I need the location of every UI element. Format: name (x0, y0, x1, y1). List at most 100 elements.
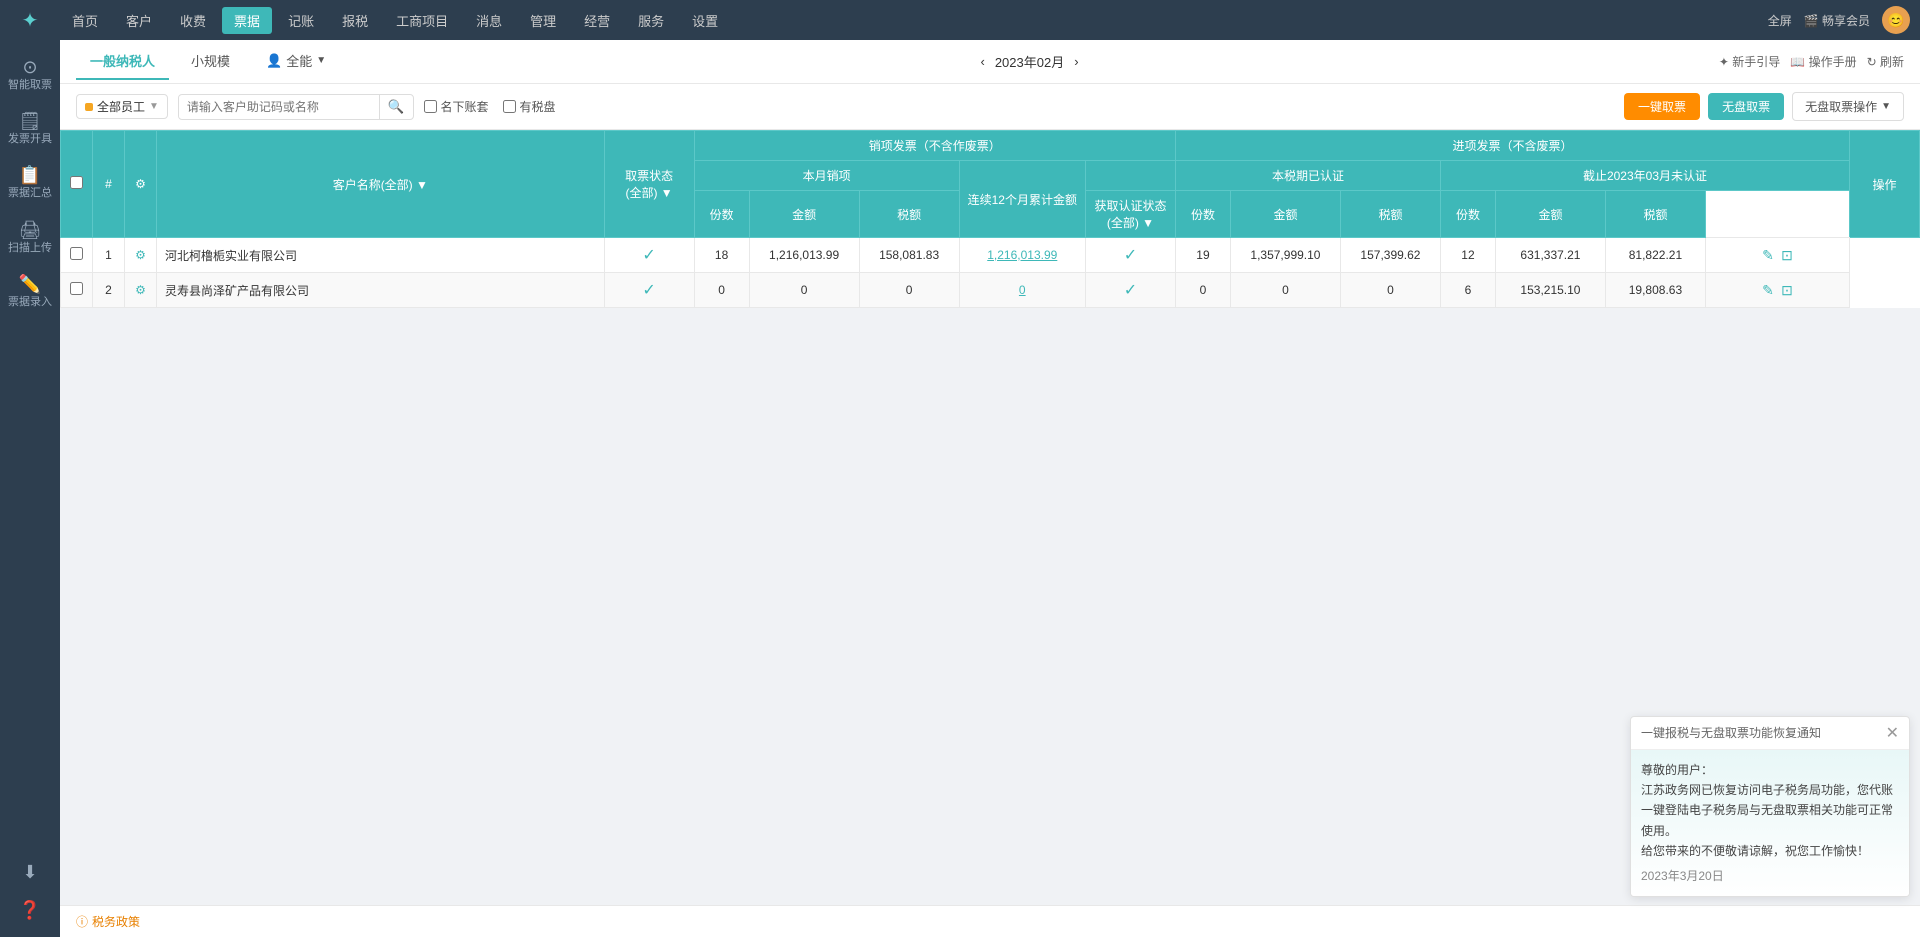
col-checkbox-header (61, 131, 93, 238)
has-disk-checkbox[interactable] (503, 100, 516, 113)
invoice-table-wrapper: # ⚙ 客户名称(全部) ▼ 取票状态(全部) ▼ 销项发票（不含作废票） 进项… (60, 130, 1920, 308)
row-purchase-cert-amount-1: 0 (1230, 273, 1340, 308)
notice-title: 一键报税与无盘取票功能恢复通知 (1641, 724, 1821, 741)
nav-client[interactable]: 客户 (114, 7, 164, 34)
sidebar-item-invoice-entry[interactable]: ✏️ 票据录入 (3, 267, 57, 317)
notice-popup: 一键报税与无盘取票功能恢复通知 ✕ 尊敬的用户： 江苏政务网已恢复访问电子税务局… (1630, 716, 1910, 897)
nav-service[interactable]: 服务 (626, 7, 676, 34)
nav-bookkeeping[interactable]: 记账 (276, 7, 326, 34)
row-sales-count-0: 18 (694, 238, 749, 273)
row-checkbox-1[interactable] (61, 273, 93, 308)
table-body: 1 ⚙ 河北柯橹栀实业有限公司 ✓ 18 1,216,013.99 158,08… (61, 238, 1920, 308)
sidebar-item-help[interactable]: ❓ (3, 893, 57, 927)
row-purchase-cert-tax-0: 157,399.62 (1340, 238, 1440, 273)
col-sales-group: 销项发票（不含作废票） (694, 131, 1175, 161)
tab-all-dropdown-icon: ▼ (316, 55, 326, 66)
row-purchase-cert-count-0: 19 (1175, 238, 1230, 273)
search-input[interactable] (179, 96, 379, 118)
sidebar-item-invoice-open[interactable]: 🗒 发票开具 (3, 104, 57, 154)
cumulative-link[interactable]: 0 (1019, 283, 1026, 297)
placeholder-col (1085, 161, 1175, 191)
nav-settings[interactable]: 设置 (680, 7, 730, 34)
notice-close-btn[interactable]: ✕ (1886, 723, 1899, 743)
col-sales-count: 份数 (694, 191, 749, 238)
checkbox-own-account[interactable]: 名下账套 (424, 98, 489, 115)
col-purchase-cert-tax: 税额 (1340, 191, 1440, 238)
manual-btn[interactable]: 📖 操作手册 (1790, 53, 1856, 70)
edit-icon-0[interactable]: ✎ (1762, 247, 1774, 263)
employee-select[interactable]: 全部员工 ▼ (76, 94, 168, 119)
tab-bar-actions: ✦ 新手引导 📖 操作手册 ↻ 刷新 (1719, 53, 1904, 70)
nav-manage[interactable]: 管理 (518, 7, 568, 34)
row-name-0: 河北柯橹栀实业有限公司 (157, 238, 605, 273)
tab-small-scale[interactable]: 小规模 (177, 43, 244, 80)
row-no-0: 1 (93, 238, 125, 273)
invoice-table: # ⚙ 客户名称(全部) ▼ 取票状态(全部) ▼ 销项发票（不含作废票） 进项… (60, 130, 1920, 308)
sidebar-item-invoice-summary[interactable]: 📋 票据汇总 (3, 158, 57, 208)
new-guide-btn[interactable]: ✦ 新手引导 (1719, 53, 1780, 70)
row-purchase-cert-tax-1: 0 (1340, 273, 1440, 308)
refresh-btn[interactable]: ↻ 刷新 (1867, 53, 1904, 70)
search-button[interactable]: 🔍 (379, 95, 413, 119)
row-cumulative-1: 0 (959, 273, 1085, 308)
member-btn[interactable]: 🎬 畅享会员 (1804, 12, 1870, 29)
nav-business[interactable]: 工商项目 (384, 7, 460, 34)
nav-invoice[interactable]: 票据 (222, 7, 272, 34)
row-checkbox-0[interactable] (61, 238, 93, 273)
col-purchase-uncert-amount: 金额 (1495, 191, 1605, 238)
notice-date: 2023年3月20日 (1641, 866, 1899, 886)
table-row: 2 ⚙ 灵寿县尚泽矿产品有限公司 ✓ 0 0 0 0 ✓ 0 0 0 6 153… (61, 273, 1920, 308)
no-disk-ops-btn[interactable]: 无盘取票操作 ▼ (1792, 92, 1904, 121)
sidebar-item-scan-upload[interactable]: 🖨 扫描上传 (3, 213, 57, 263)
tax-policy-icon: ⓘ (76, 913, 88, 930)
col-sales-month: 本月销项 (694, 161, 959, 191)
nav-home[interactable]: 首页 (60, 7, 110, 34)
row-purchase-uncert-count-1: 6 (1440, 273, 1495, 308)
row-sales-tax-1: 0 (859, 273, 959, 308)
status-check-icon: ✓ (642, 247, 655, 264)
row-sales-amount-0: 1,216,013.99 (749, 238, 859, 273)
next-month-btn[interactable]: › (1074, 54, 1078, 69)
edit-icon-1[interactable]: ✎ (1762, 282, 1774, 298)
row-sales-amount-1: 0 (749, 273, 859, 308)
copy-icon-0[interactable]: ⊡ (1781, 247, 1793, 263)
sidebar-item-download[interactable]: ⬇ (3, 855, 57, 889)
tab-all[interactable]: 👤 全能 ▼ (252, 43, 340, 80)
left-sidebar: ⊙ 智能取票 🗒 发票开具 📋 票据汇总 🖨 扫描上传 ✏️ 票据录入 ⬇ ❓ (0, 40, 60, 937)
row-status-0: ✓ (604, 238, 694, 273)
sidebar-label-scan-upload: 扫描上传 (8, 242, 52, 255)
own-account-checkbox[interactable] (424, 100, 437, 113)
nav-message[interactable]: 消息 (464, 7, 514, 34)
row-settings-1[interactable]: ⚙ (125, 273, 157, 308)
copy-icon-1[interactable]: ⊡ (1781, 282, 1793, 298)
row-purchase-uncert-count-0: 12 (1440, 238, 1495, 273)
employee-label: 全部员工 (97, 98, 145, 115)
col-purchase-certified: 本税期已认证 (1175, 161, 1440, 191)
col-cumulative: 连续12个月累计金额 (959, 161, 1085, 238)
notice-popup-header: 一键报税与无盘取票功能恢复通知 ✕ (1631, 717, 1909, 750)
tab-general-taxpayer[interactable]: 一般纳税人 (76, 43, 169, 80)
cumulative-link[interactable]: 1,216,013.99 (987, 248, 1057, 262)
user-avatar[interactable]: 😊 (1882, 6, 1910, 34)
row-settings-0[interactable]: ⚙ (125, 238, 157, 273)
sidebar-item-smart-ticket[interactable]: ⊙ 智能取票 (3, 50, 57, 100)
row-cert-status-0: ✓ (1085, 238, 1175, 273)
tax-policy-link[interactable]: ⓘ 税务政策 (76, 913, 140, 930)
select-all-checkbox[interactable] (70, 176, 83, 189)
nav-fee[interactable]: 收费 (168, 7, 218, 34)
col-sales-amount: 金额 (749, 191, 859, 238)
col-sales-tax: 税额 (859, 191, 959, 238)
nav-tax[interactable]: 报税 (330, 7, 380, 34)
nav-operation[interactable]: 经营 (572, 7, 622, 34)
row-status-1: ✓ (604, 273, 694, 308)
fullscreen-btn[interactable]: 全屏 (1768, 12, 1792, 29)
prev-month-btn[interactable]: ‹ (980, 54, 984, 69)
col-purchase-uncert-tax: 税额 (1605, 191, 1705, 238)
no-disk-ticket-btn[interactable]: 无盘取票 (1708, 93, 1784, 120)
checkbox-has-disk[interactable]: 有税盘 (503, 98, 556, 115)
one-key-ticket-btn[interactable]: 一键取票 (1624, 93, 1700, 120)
tab-bar: 一般纳税人 小规模 👤 全能 ▼ ‹ 2023年02月 › ✦ 新手引导 📖 操… (60, 40, 1920, 84)
invoice-entry-icon: ✏️ (19, 275, 41, 293)
col-purchase-uncertified: 截止2023年03月未认证 (1440, 161, 1849, 191)
col-cert-status: 获取认证状态(全部) ▼ (1085, 191, 1175, 238)
